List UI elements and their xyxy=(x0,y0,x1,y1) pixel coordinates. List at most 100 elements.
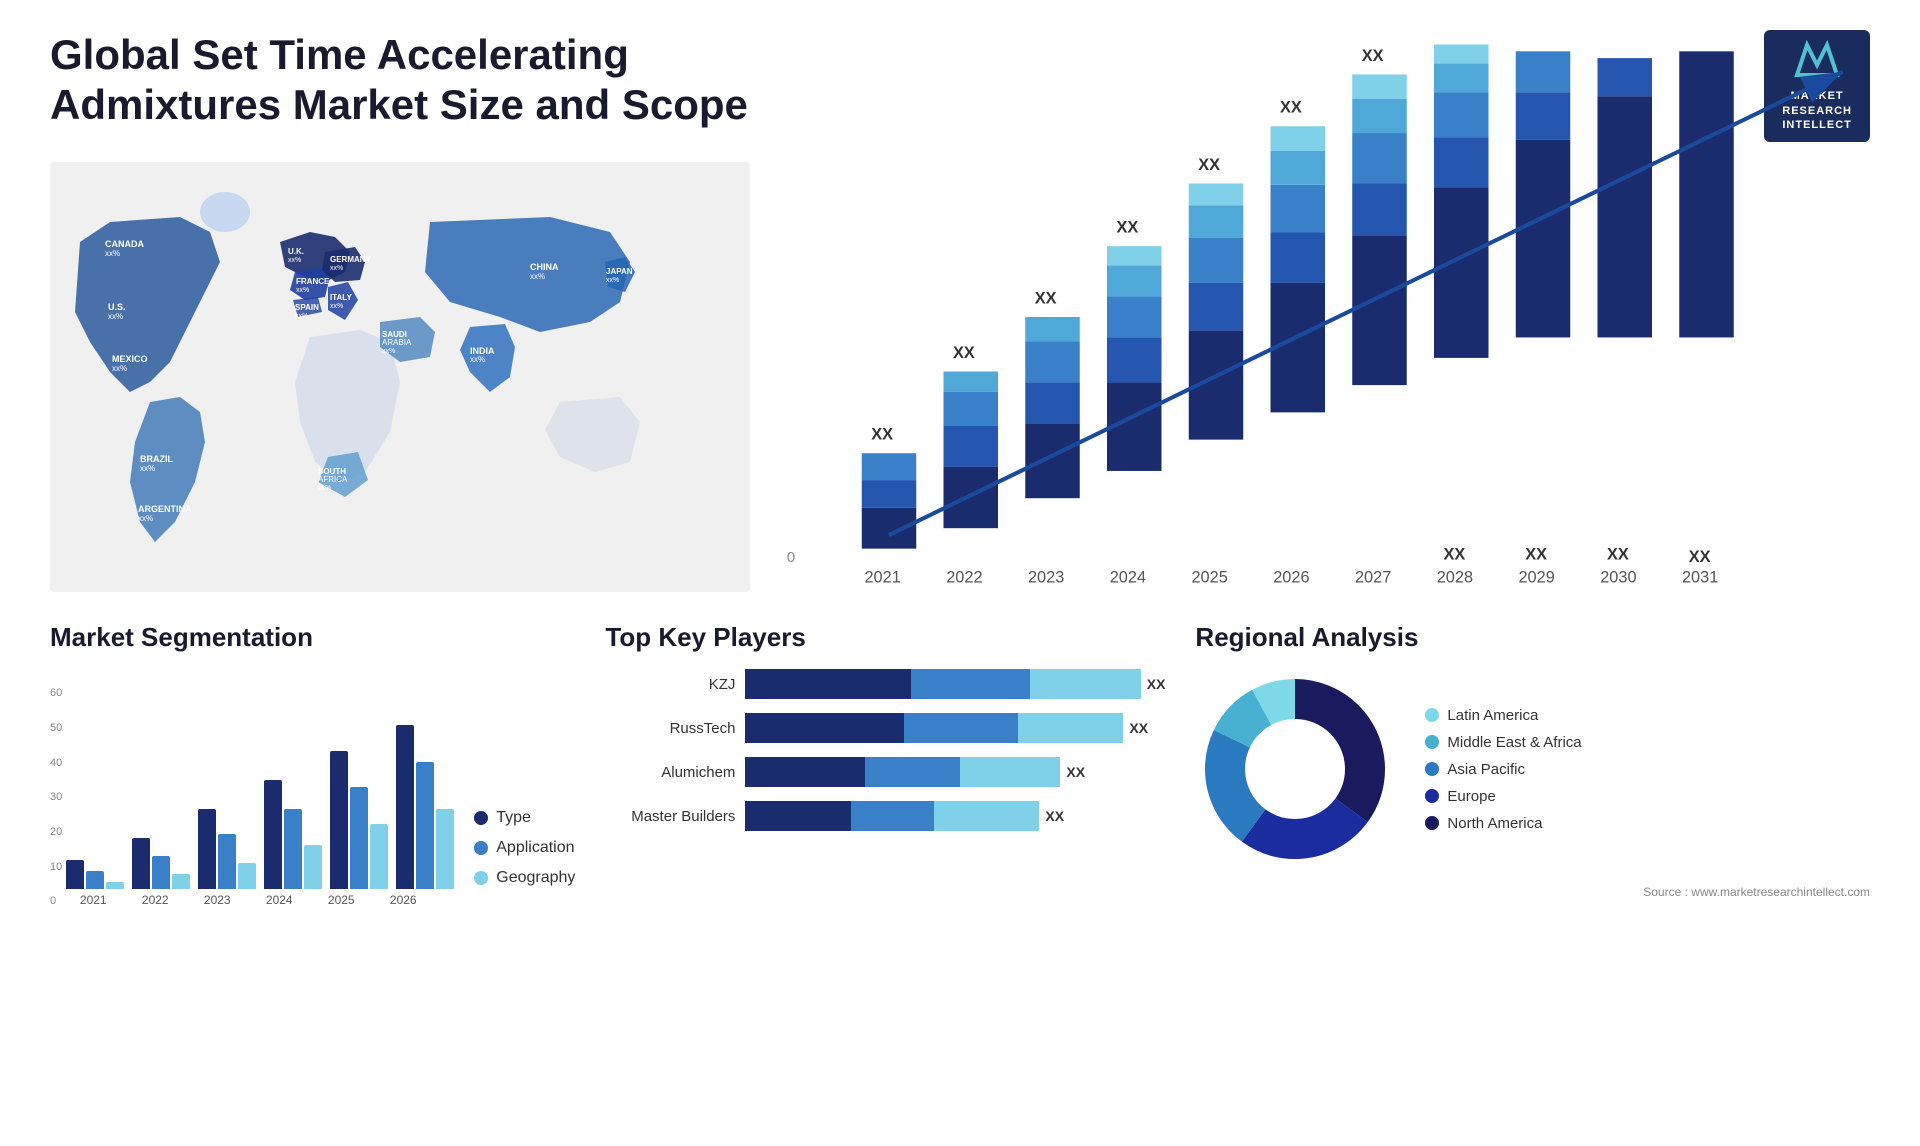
seg-bar-group-2021 xyxy=(66,860,124,889)
svg-text:2021: 2021 xyxy=(864,569,900,587)
svg-text:MEXICO: MEXICO xyxy=(112,354,148,364)
bar-2031: XX 2031 xyxy=(1679,52,1734,587)
seg-bar-group-2025 xyxy=(330,751,388,889)
seg-bar-type-2022 xyxy=(132,838,150,889)
svg-text:xx%: xx% xyxy=(330,265,343,272)
seg-bar-type-2026 xyxy=(396,725,414,889)
seg-bars-area: 2021 2022 2023 2024 2025 2026 xyxy=(66,669,454,907)
svg-text:xx%: xx% xyxy=(138,514,153,523)
bar-2023: XX 2023 xyxy=(1025,290,1080,587)
legend-item-geo: Geography xyxy=(474,869,575,887)
svg-text:2030: 2030 xyxy=(1600,569,1636,587)
key-players-container: Top Key Players KZJ XX RussTech xyxy=(605,622,1165,907)
bar-2021: XX 2021 xyxy=(862,426,917,587)
donut-area: Latin America Middle East & Africa Asia … xyxy=(1195,669,1870,869)
top-section: CANADA xx% U.S. xx% MEXICO xx% BRAZIL xx… xyxy=(50,162,1870,592)
player-name-master-builders: Master Builders xyxy=(605,808,735,825)
player-value-alumichem: XX xyxy=(1066,764,1085,780)
reg-label-asia-pacific: Asia Pacific xyxy=(1447,761,1525,778)
svg-text:ITALY: ITALY xyxy=(330,293,352,302)
seg-bar-chart xyxy=(66,669,454,889)
svg-text:CANADA: CANADA xyxy=(105,239,144,249)
segmentation-title: Market Segmentation xyxy=(50,622,575,653)
svg-text:2026: 2026 xyxy=(1273,569,1309,587)
seg-bar-type-2024 xyxy=(264,780,282,889)
regional-legend: Latin America Middle East & Africa Asia … xyxy=(1425,707,1581,832)
reg-legend-north-america: North America xyxy=(1425,815,1581,832)
segmentation-legend: Type Application Geography xyxy=(474,809,575,907)
bar-2030: XX 2030 xyxy=(1598,58,1653,587)
bottom-section: Market Segmentation 60 50 40 30 20 10 0 xyxy=(50,622,1870,907)
svg-text:xx%: xx% xyxy=(318,485,331,492)
seg-bar-app-2022 xyxy=(152,856,170,889)
svg-text:XX: XX xyxy=(1689,549,1711,567)
svg-text:2022: 2022 xyxy=(946,569,982,587)
svg-text:U.S.: U.S. xyxy=(108,302,126,312)
reg-legend-asia-pacific: Asia Pacific xyxy=(1425,761,1581,778)
player-name-alumichem: Alumichem xyxy=(605,764,735,781)
svg-text:xx%: xx% xyxy=(105,249,120,258)
seg-bar-geo-2022 xyxy=(172,874,190,889)
legend-item-type: Type xyxy=(474,809,575,827)
player-bar-wrap-alumichem: XX xyxy=(745,757,1165,787)
player-name-kzj: KZJ xyxy=(605,676,735,693)
svg-text:XX: XX xyxy=(1035,290,1057,308)
player-bar-kzj xyxy=(745,669,1140,699)
svg-text:xx%: xx% xyxy=(112,364,127,373)
player-row-master-builders: Master Builders XX xyxy=(605,801,1165,831)
seg-x-labels: 2021 2022 2023 2024 2025 2026 xyxy=(66,893,454,907)
seg-bar-app-2023 xyxy=(218,834,236,889)
svg-text:xx%: xx% xyxy=(295,313,308,320)
legend-dot-app xyxy=(474,841,488,855)
svg-text:ARGENTINA: ARGENTINA xyxy=(138,504,192,514)
svg-text:2025: 2025 xyxy=(1191,569,1227,587)
seg-bar-group-2026 xyxy=(396,725,454,889)
svg-text:BRAZIL: BRAZIL xyxy=(140,454,173,464)
svg-text:xx%: xx% xyxy=(470,355,485,364)
seg-bar-app-2026 xyxy=(416,762,434,889)
reg-label-north-america: North America xyxy=(1447,815,1542,832)
svg-text:2028: 2028 xyxy=(1437,569,1473,587)
svg-text:xx%: xx% xyxy=(108,312,123,321)
segmentation-chart-area: 60 50 40 30 20 10 0 xyxy=(50,669,575,907)
legend-label-type: Type xyxy=(496,809,531,827)
seg-bar-app-2024 xyxy=(284,809,302,889)
svg-text:XX: XX xyxy=(1444,546,1466,564)
reg-label-latin-america: Latin America xyxy=(1447,707,1538,724)
player-bar-wrap-master-builders: XX xyxy=(745,801,1165,831)
bar-2027: XX 2027 xyxy=(1352,47,1407,587)
svg-text:xx%: xx% xyxy=(330,303,343,310)
svg-text:2027: 2027 xyxy=(1355,569,1391,587)
reg-legend-latin-america: Latin America xyxy=(1425,707,1581,724)
svg-text:xx%: xx% xyxy=(296,287,309,294)
regional-title: Regional Analysis xyxy=(1195,622,1870,653)
svg-text:XX: XX xyxy=(1607,546,1629,564)
svg-text:SPAIN: SPAIN xyxy=(295,303,319,312)
player-bar-wrap-kzj: XX xyxy=(745,669,1165,699)
seg-bar-app-2025 xyxy=(350,787,368,889)
reg-dot-mea xyxy=(1425,735,1439,749)
legend-dot-geo xyxy=(474,871,488,885)
key-players-title: Top Key Players xyxy=(605,622,1165,653)
svg-text:XX: XX xyxy=(1117,219,1139,237)
seg-bar-type-2025 xyxy=(330,751,348,889)
svg-text:xx%: xx% xyxy=(606,277,619,284)
svg-text:xx%: xx% xyxy=(530,272,545,281)
svg-text:JAPAN: JAPAN xyxy=(606,267,633,276)
player-row-russtech: RussTech XX xyxy=(605,713,1165,743)
player-value-kzj: XX xyxy=(1147,676,1166,692)
seg-bar-geo-2023 xyxy=(238,863,256,889)
segmentation-container: Market Segmentation 60 50 40 30 20 10 0 xyxy=(50,622,575,907)
bar-2025: XX 2025 xyxy=(1189,156,1244,587)
svg-text:XX: XX xyxy=(953,344,975,362)
svg-text:AFRICA: AFRICA xyxy=(318,475,348,484)
legend-label-app: Application xyxy=(496,839,574,857)
seg-bar-app-2021 xyxy=(86,871,104,889)
legend-dot-type xyxy=(474,811,488,825)
svg-text:XX: XX xyxy=(1280,99,1302,117)
svg-text:0: 0 xyxy=(787,550,795,567)
svg-text:xx%: xx% xyxy=(288,257,301,264)
reg-label-mea: Middle East & Africa xyxy=(1447,734,1581,751)
world-map-container: CANADA xx% U.S. xx% MEXICO xx% BRAZIL xx… xyxy=(50,162,750,592)
player-bar-wrap-russtech: XX xyxy=(745,713,1165,743)
